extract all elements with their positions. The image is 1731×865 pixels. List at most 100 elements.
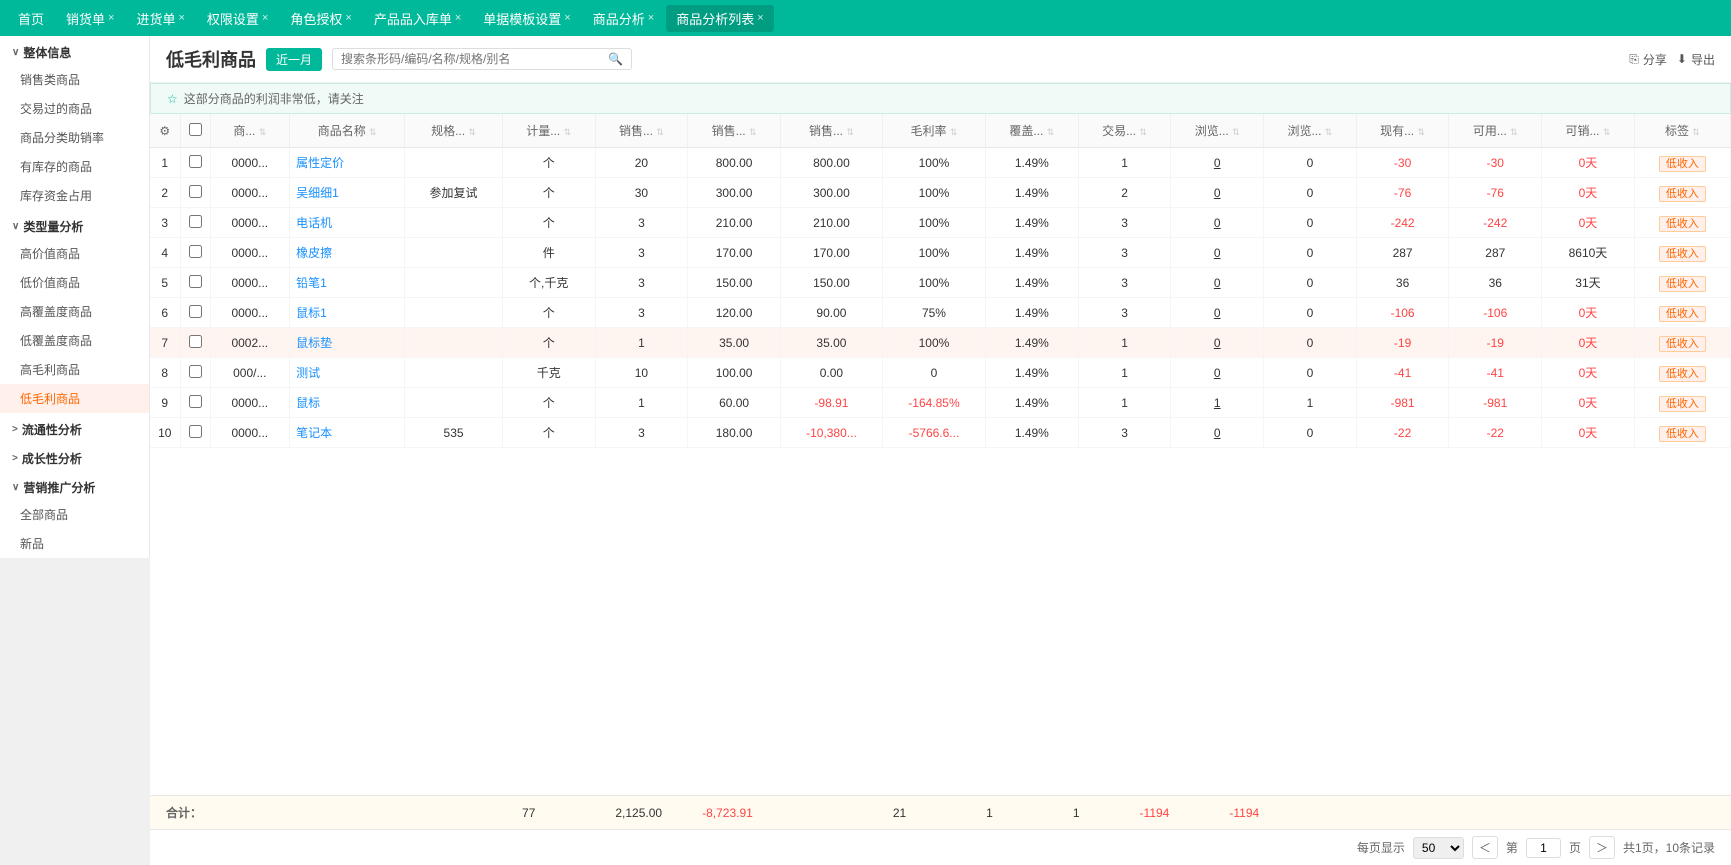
col-available: 可用... ⇅ bbox=[1449, 114, 1542, 148]
row-name[interactable]: 鼠标垫 bbox=[290, 328, 405, 358]
nav-close-analysis[interactable]: × bbox=[648, 12, 654, 24]
sidebar-item-high-value[interactable]: 高价值商品 bbox=[0, 239, 149, 268]
row-checkbox[interactable] bbox=[180, 178, 210, 208]
sidebar-item-high-coverage[interactable]: 高覆盖度商品 bbox=[0, 297, 149, 326]
nav-product-analysis[interactable]: 商品分析 × bbox=[583, 5, 664, 32]
row-checkbox[interactable] bbox=[180, 298, 210, 328]
row-view1[interactable]: 0 bbox=[1171, 208, 1264, 238]
row-select-checkbox[interactable] bbox=[189, 395, 202, 408]
sidebar-section-overall[interactable]: ∨ 整体信息 bbox=[0, 36, 149, 65]
nav-permissions[interactable]: 权限设置 × bbox=[197, 5, 278, 32]
sidebar-section-liquidity[interactable]: > 流通性分析 bbox=[0, 413, 149, 442]
select-all-checkbox[interactable] bbox=[189, 123, 202, 136]
nav-close-list[interactable]: × bbox=[757, 12, 763, 24]
row-checkbox[interactable] bbox=[180, 238, 210, 268]
row-name[interactable]: 橡皮擦 bbox=[290, 238, 405, 268]
sidebar-item-in-stock[interactable]: 有库存的商品 bbox=[0, 152, 149, 181]
row-name[interactable]: 铅笔1 bbox=[290, 268, 405, 298]
search-input[interactable] bbox=[341, 52, 604, 66]
pagination-bar: 每页显示 50 100 200 ＜ 第 页 ＞ 共1页，10条记录 bbox=[150, 829, 1731, 865]
sidebar-item-high-margin[interactable]: 高毛利商品 bbox=[0, 355, 149, 384]
row-select-checkbox[interactable] bbox=[189, 425, 202, 438]
next-page-button[interactable]: ＞ bbox=[1589, 836, 1615, 859]
top-navigation: 首页 销货单 × 进货单 × 权限设置 × 角色授权 × 产品品入库单 × 单据… bbox=[0, 0, 1731, 36]
sidebar-item-low-coverage[interactable]: 低覆盖度商品 bbox=[0, 326, 149, 355]
view1-link[interactable]: 0 bbox=[1214, 156, 1221, 170]
row-select-checkbox[interactable] bbox=[189, 335, 202, 348]
sidebar-item-low-margin[interactable]: 低毛利商品 bbox=[0, 384, 149, 413]
nav-close-product[interactable]: × bbox=[455, 12, 461, 24]
view1-link[interactable]: 0 bbox=[1214, 216, 1221, 230]
row-select-checkbox[interactable] bbox=[189, 245, 202, 258]
nav-close-sales[interactable]: × bbox=[108, 12, 114, 24]
row-view1[interactable]: 0 bbox=[1171, 328, 1264, 358]
nav-home[interactable]: 首页 bbox=[8, 5, 54, 32]
sidebar-section-growth[interactable]: > 成长性分析 bbox=[0, 442, 149, 471]
row-select-checkbox[interactable] bbox=[189, 155, 202, 168]
row-view1[interactable]: 0 bbox=[1171, 268, 1264, 298]
share-button[interactable]: ⎘ 分享 bbox=[1629, 51, 1667, 68]
row-checkbox[interactable] bbox=[180, 268, 210, 298]
col-settings[interactable]: ⚙ bbox=[150, 114, 180, 148]
row-checkbox[interactable] bbox=[180, 388, 210, 418]
row-checkbox[interactable] bbox=[180, 148, 210, 178]
filter-recent-month-button[interactable]: 近一月 bbox=[266, 48, 322, 71]
prev-page-button[interactable]: ＜ bbox=[1472, 836, 1498, 859]
row-view1[interactable]: 1 bbox=[1171, 388, 1264, 418]
sidebar-item-all-products[interactable]: 全部商品 bbox=[0, 500, 149, 529]
sidebar-item-traded-products[interactable]: 交易过的商品 bbox=[0, 94, 149, 123]
nav-close-template[interactable]: × bbox=[564, 12, 570, 24]
nav-role-auth[interactable]: 角色授权 × bbox=[280, 5, 361, 32]
row-checkbox[interactable] bbox=[180, 418, 210, 448]
row-name[interactable]: 鼠标1 bbox=[290, 298, 405, 328]
view1-link[interactable]: 0 bbox=[1214, 336, 1221, 350]
sidebar-item-sales-products[interactable]: 销售类商品 bbox=[0, 65, 149, 94]
row-name[interactable]: 属性定价 bbox=[290, 148, 405, 178]
row-name[interactable]: 鼠标 bbox=[290, 388, 405, 418]
row-name[interactable]: 电话机 bbox=[290, 208, 405, 238]
row-checkbox[interactable] bbox=[180, 358, 210, 388]
row-select-checkbox[interactable] bbox=[189, 215, 202, 228]
view1-link[interactable]: 0 bbox=[1214, 186, 1221, 200]
nav-close-permissions[interactable]: × bbox=[262, 12, 268, 24]
row-select-checkbox[interactable] bbox=[189, 185, 202, 198]
sidebar-item-new-products[interactable]: 新品 bbox=[0, 529, 149, 558]
nav-purchase-order[interactable]: 进货单 × bbox=[126, 5, 194, 32]
view1-link[interactable]: 0 bbox=[1214, 246, 1221, 260]
row-view1[interactable]: 0 bbox=[1171, 298, 1264, 328]
row-view1[interactable]: 0 bbox=[1171, 238, 1264, 268]
row-view1[interactable]: 0 bbox=[1171, 358, 1264, 388]
row-name[interactable]: 吴细细1 bbox=[290, 178, 405, 208]
search-icon[interactable]: 🔍 bbox=[608, 52, 623, 66]
sidebar-section-type[interactable]: ∨ 类型量分析 bbox=[0, 210, 149, 239]
view1-link[interactable]: 0 bbox=[1214, 426, 1221, 440]
row-view1[interactable]: 0 bbox=[1171, 178, 1264, 208]
nav-analysis-list[interactable]: 商品分析列表 × bbox=[666, 5, 773, 32]
nav-close-role[interactable]: × bbox=[345, 12, 351, 24]
sidebar-item-category-sales-rate[interactable]: 商品分类助销率 bbox=[0, 123, 149, 152]
row-select-checkbox[interactable] bbox=[189, 275, 202, 288]
nav-template-settings[interactable]: 单据模板设置 × bbox=[473, 5, 580, 32]
row-name[interactable]: 测试 bbox=[290, 358, 405, 388]
row-sales-qty: 10 bbox=[595, 358, 688, 388]
row-select-checkbox[interactable] bbox=[189, 365, 202, 378]
export-button[interactable]: ⬇ 导出 bbox=[1677, 51, 1715, 68]
view1-link[interactable]: 0 bbox=[1214, 366, 1221, 380]
row-view1[interactable]: 0 bbox=[1171, 418, 1264, 448]
row-checkbox[interactable] bbox=[180, 328, 210, 358]
nav-sales-order[interactable]: 销货单 × bbox=[56, 5, 124, 32]
sidebar-item-low-value[interactable]: 低价值商品 bbox=[0, 268, 149, 297]
nav-product-entry[interactable]: 产品品入库单 × bbox=[364, 5, 471, 32]
view1-link[interactable]: 0 bbox=[1214, 306, 1221, 320]
view1-link[interactable]: 0 bbox=[1214, 276, 1221, 290]
sidebar-section-marketing[interactable]: ∨ 营销推广分析 bbox=[0, 471, 149, 500]
sidebar-item-stock-capital[interactable]: 库存资金占用 bbox=[0, 181, 149, 210]
row-checkbox[interactable] bbox=[180, 208, 210, 238]
page-size-select[interactable]: 50 100 200 bbox=[1413, 837, 1464, 859]
row-name[interactable]: 笔记本 bbox=[290, 418, 405, 448]
page-number-input[interactable] bbox=[1526, 838, 1561, 858]
nav-close-purchase[interactable]: × bbox=[178, 12, 184, 24]
row-select-checkbox[interactable] bbox=[189, 305, 202, 318]
view1-link[interactable]: 1 bbox=[1214, 396, 1221, 410]
row-view1[interactable]: 0 bbox=[1171, 148, 1264, 178]
